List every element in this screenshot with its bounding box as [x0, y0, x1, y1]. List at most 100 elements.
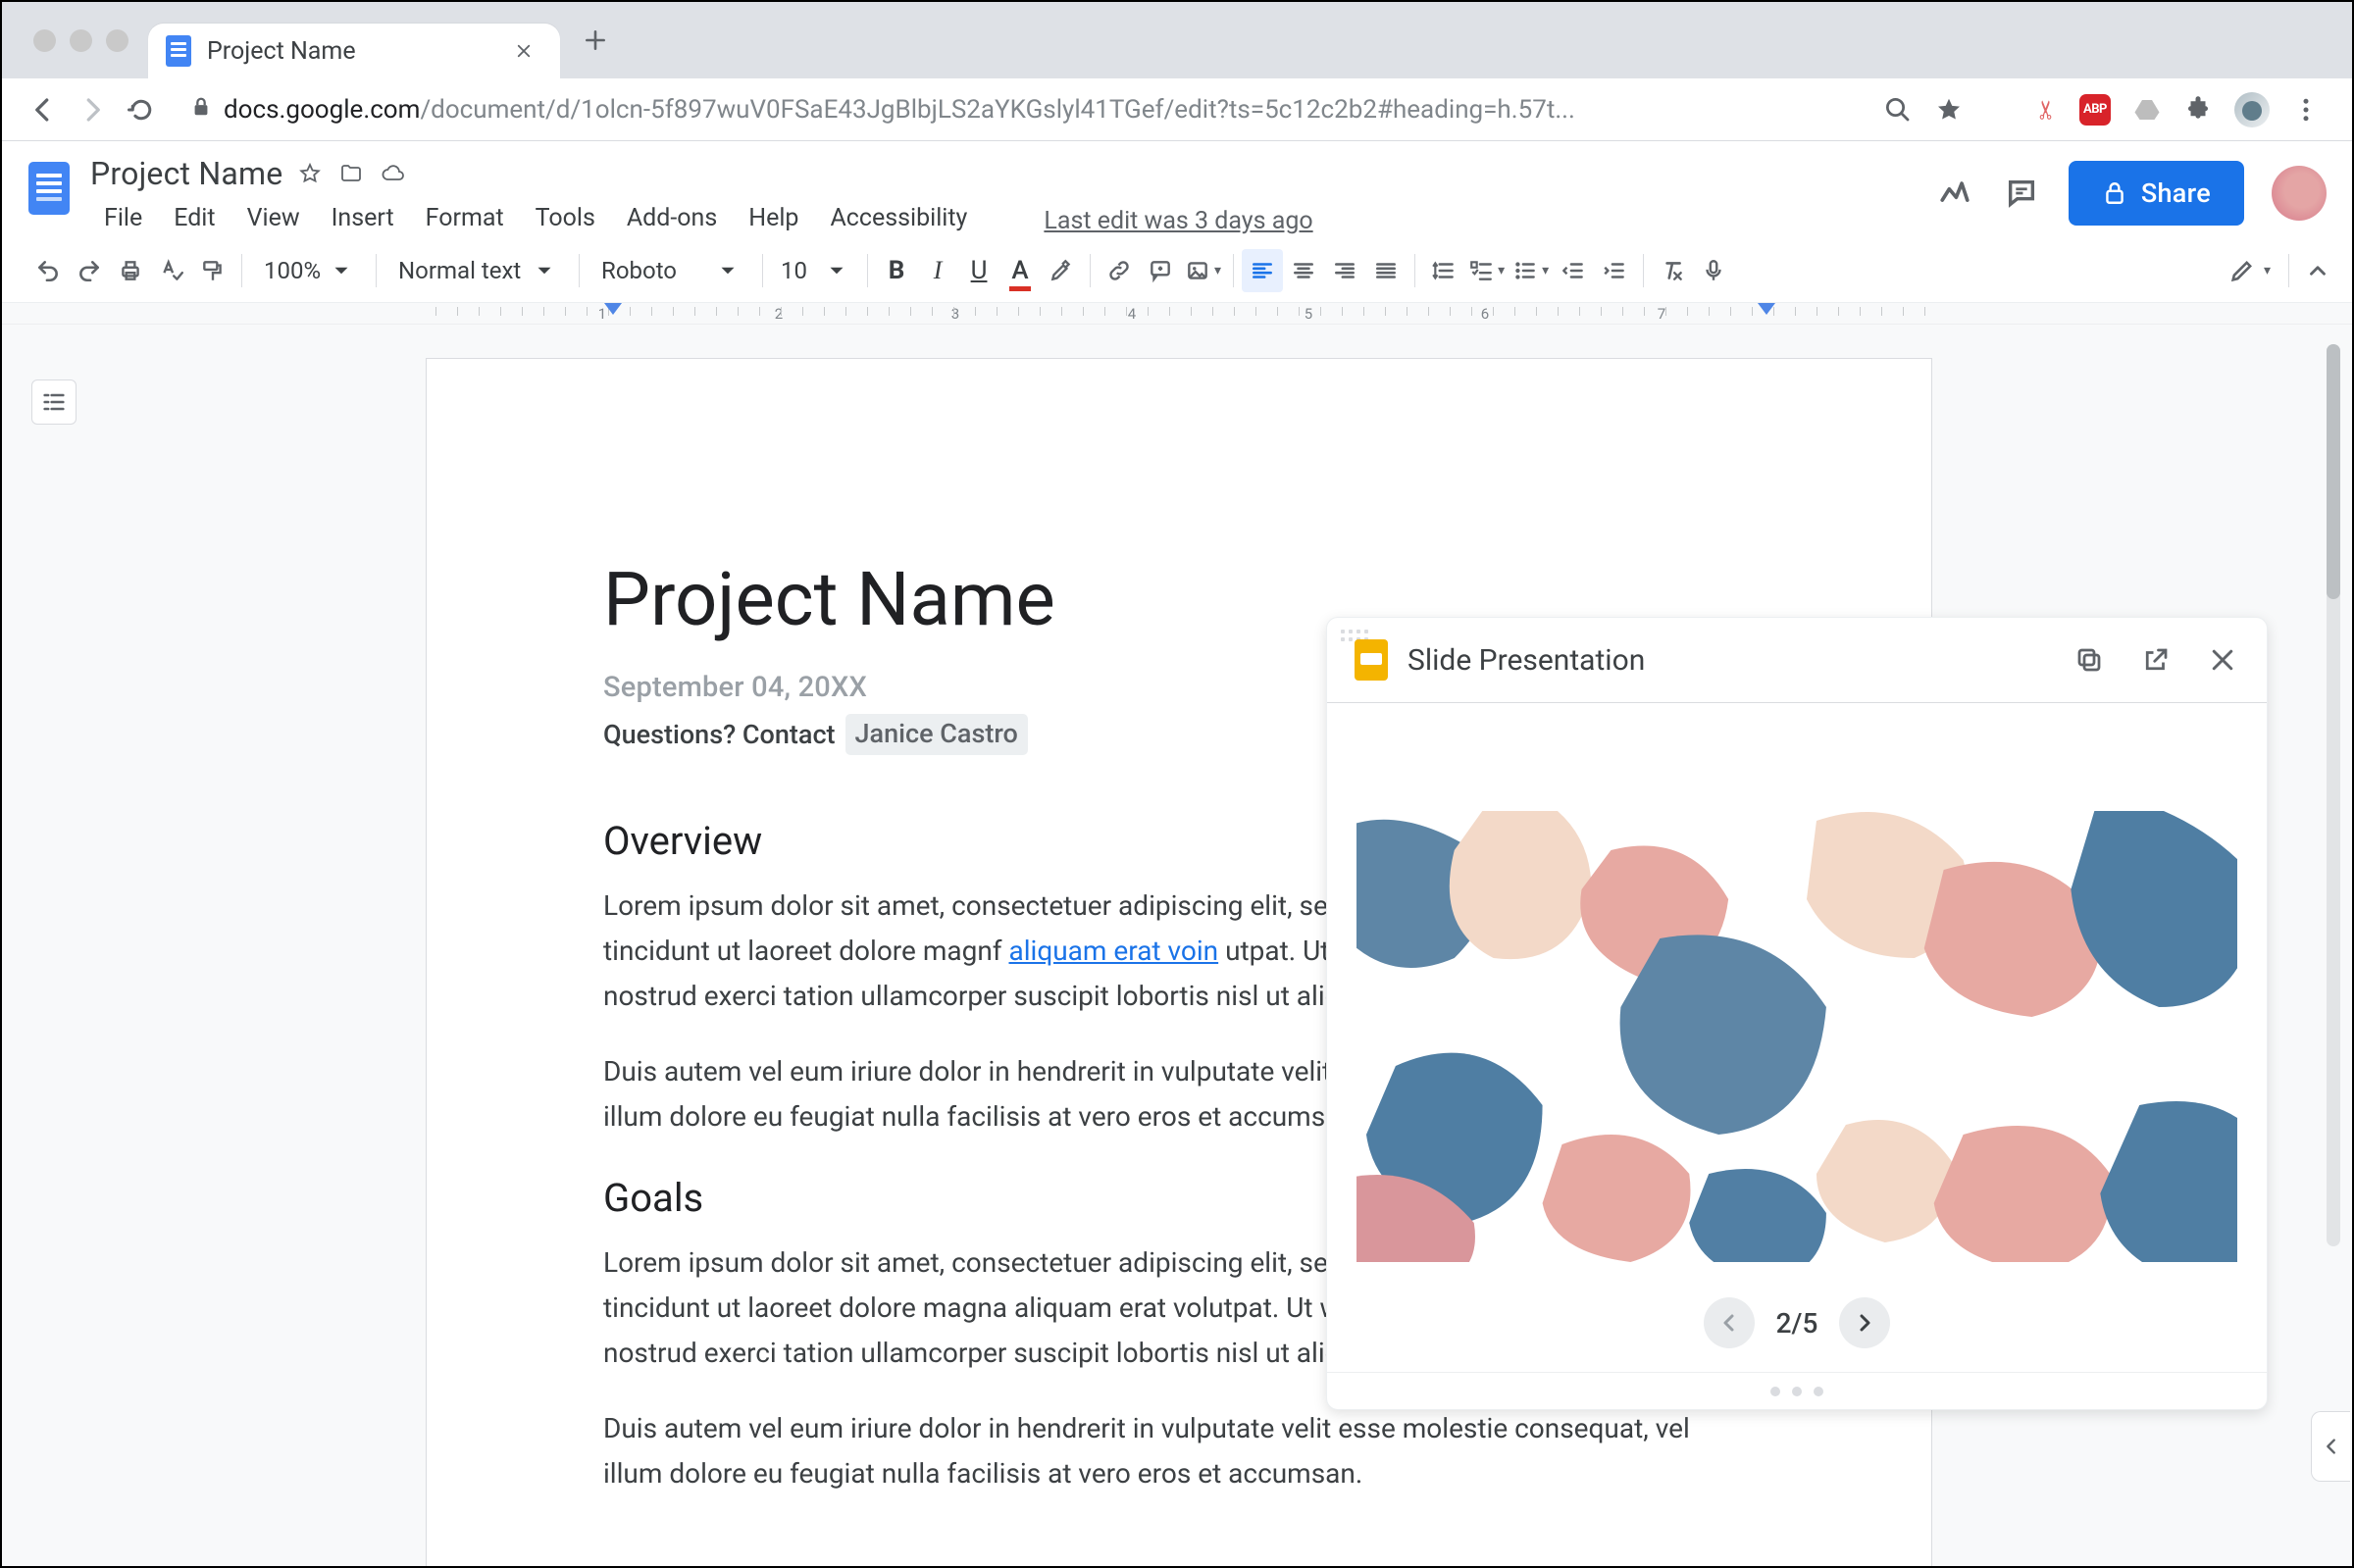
style-select[interactable]: Normal text	[384, 249, 571, 292]
scroll-thumb[interactable]	[2327, 344, 2340, 599]
collapse-toolbar-button[interactable]	[2297, 250, 2338, 291]
slide-counter: 2/5	[1759, 1307, 1836, 1340]
voice-typing-button[interactable]	[1693, 249, 1734, 292]
font-size-select[interactable]: 10	[771, 249, 859, 292]
window-minimize-icon[interactable]	[70, 29, 92, 52]
ruler-number: 5	[1305, 305, 1312, 323]
redo-button[interactable]	[69, 249, 110, 292]
last-edit-link[interactable]: Last edit was 3 days ago	[1044, 201, 1312, 235]
decrease-indent-button[interactable]	[1553, 249, 1594, 292]
profile-avatar-icon[interactable]	[2234, 92, 2270, 127]
font-select[interactable]: Roboto	[588, 249, 754, 292]
checklist-button[interactable]: ▾	[1464, 249, 1509, 292]
extensions-icon[interactable]	[2183, 95, 2213, 125]
docs-logo-icon[interactable]	[20, 159, 78, 218]
adblock-ext-icon[interactable]: ABP	[2079, 94, 2111, 126]
align-left-button[interactable]	[1242, 249, 1283, 292]
slide-thumbnail[interactable]	[1356, 811, 2237, 1262]
indent-marker-left[interactable]	[604, 303, 622, 315]
browser-tabbar: Project Name	[2, 2, 2352, 78]
copy-icon[interactable]	[2073, 643, 2106, 677]
close-panel-button[interactable]	[2206, 643, 2239, 677]
highlight-button[interactable]	[1041, 249, 1082, 292]
window-zoom-icon[interactable]	[106, 29, 128, 52]
indent-marker-right[interactable]	[1758, 303, 1775, 315]
bulleted-list-button[interactable]: ▾	[1509, 249, 1553, 292]
increase-indent-button[interactable]	[1594, 249, 1635, 292]
star-icon[interactable]	[296, 160, 324, 187]
align-justify-button[interactable]	[1365, 249, 1407, 292]
italic-button[interactable]: I	[917, 249, 958, 292]
menu-format[interactable]: Format	[412, 198, 518, 238]
bookmark-star-icon[interactable]	[1934, 95, 1964, 125]
share-label: Share	[2141, 177, 2211, 209]
reload-button[interactable]	[122, 90, 161, 129]
zoom-select[interactable]: 100%	[250, 249, 368, 292]
back-button[interactable]	[24, 90, 63, 129]
contact-chip[interactable]: Janice Castro	[845, 714, 1028, 755]
share-button[interactable]: Share	[2069, 161, 2244, 226]
panel-title: Slide Presentation	[1407, 643, 2039, 678]
editing-mode-button[interactable]: ▾	[2219, 257, 2280, 284]
activity-icon[interactable]	[1935, 174, 1974, 213]
account-avatar-icon[interactable]	[2272, 166, 2327, 221]
menu-accessibility[interactable]: Accessibility	[816, 198, 981, 238]
undo-button[interactable]	[27, 249, 69, 292]
prev-slide-button[interactable]	[1704, 1297, 1755, 1348]
slide-preview-panel: Slide Presentation	[1326, 617, 2268, 1410]
zoom-icon[interactable]	[1883, 95, 1913, 125]
menu-view[interactable]: View	[233, 198, 314, 238]
move-folder-icon[interactable]	[337, 160, 365, 187]
align-center-button[interactable]	[1283, 249, 1324, 292]
browser-tab[interactable]: Project Name	[148, 24, 560, 78]
next-slide-button[interactable]	[1839, 1297, 1890, 1348]
side-panel-toggle[interactable]	[2311, 1411, 2350, 1482]
cloud-status-icon[interactable]	[379, 160, 406, 187]
text-color-button[interactable]: A	[999, 249, 1041, 292]
bold-button[interactable]: B	[876, 249, 917, 292]
menu-edit[interactable]: Edit	[160, 198, 229, 238]
menu-tools[interactable]: Tools	[522, 198, 609, 238]
tab-title: Project Name	[207, 37, 495, 66]
docs-titlebar: Project Name FileEditViewInsertFormatToo…	[2, 141, 2352, 238]
menu-insert[interactable]: Insert	[318, 198, 408, 238]
slide-pager: 2/5	[1327, 1280, 2267, 1372]
clear-formatting-button[interactable]	[1652, 249, 1693, 292]
spellcheck-button[interactable]	[151, 249, 192, 292]
window-close-icon[interactable]	[33, 29, 56, 52]
ruler-number: 6	[1481, 305, 1489, 323]
ruler: 1234567	[2, 303, 2352, 325]
line-spacing-button[interactable]	[1423, 249, 1464, 292]
print-button[interactable]	[110, 249, 151, 292]
address-field[interactable]: docs.google.com/document/d/1olcn-5f897wu…	[171, 95, 1873, 125]
kebab-menu-icon[interactable]	[2291, 95, 2321, 125]
outline-toggle-button[interactable]	[31, 379, 77, 425]
tab-close-button[interactable]	[511, 38, 537, 64]
slides-logo-icon	[1355, 639, 1388, 681]
menu-help[interactable]: Help	[735, 198, 812, 238]
browser-url-bar: docs.google.com/document/d/1olcn-5f897wu…	[2, 78, 2352, 141]
insert-comment-button[interactable]	[1140, 249, 1181, 292]
ruler-number: 4	[1128, 305, 1136, 323]
menu-add-ons[interactable]: Add-ons	[613, 198, 731, 238]
browser-right-icons: ✂ ABP	[1883, 92, 2330, 127]
forward-button[interactable]	[73, 90, 112, 129]
menu-file[interactable]: File	[90, 198, 156, 238]
toolbar: 100% Normal text Roboto 10 B I U A ▾ ▾ ▾…	[2, 238, 2352, 303]
lock-icon	[190, 96, 212, 123]
insert-image-button[interactable]: ▾	[1181, 249, 1225, 292]
align-right-button[interactable]	[1324, 249, 1365, 292]
document-title[interactable]: Project Name	[90, 155, 282, 192]
new-tab-button[interactable]	[574, 19, 617, 62]
open-external-icon[interactable]	[2139, 643, 2173, 677]
insert-link-button[interactable]	[1099, 249, 1140, 292]
underline-button[interactable]: U	[958, 249, 999, 292]
comments-icon[interactable]	[2002, 174, 2041, 213]
scrollbar[interactable]	[2327, 344, 2340, 1246]
drive-ext-icon[interactable]	[2132, 95, 2162, 125]
overview-link[interactable]: aliquam erat voin	[1008, 935, 1218, 967]
paint-format-button[interactable]	[192, 249, 233, 292]
panel-footer	[1327, 1372, 2267, 1409]
docs-favicon-icon	[166, 35, 191, 67]
clipboard-ext-icon[interactable]: ✂	[2032, 99, 2062, 121]
